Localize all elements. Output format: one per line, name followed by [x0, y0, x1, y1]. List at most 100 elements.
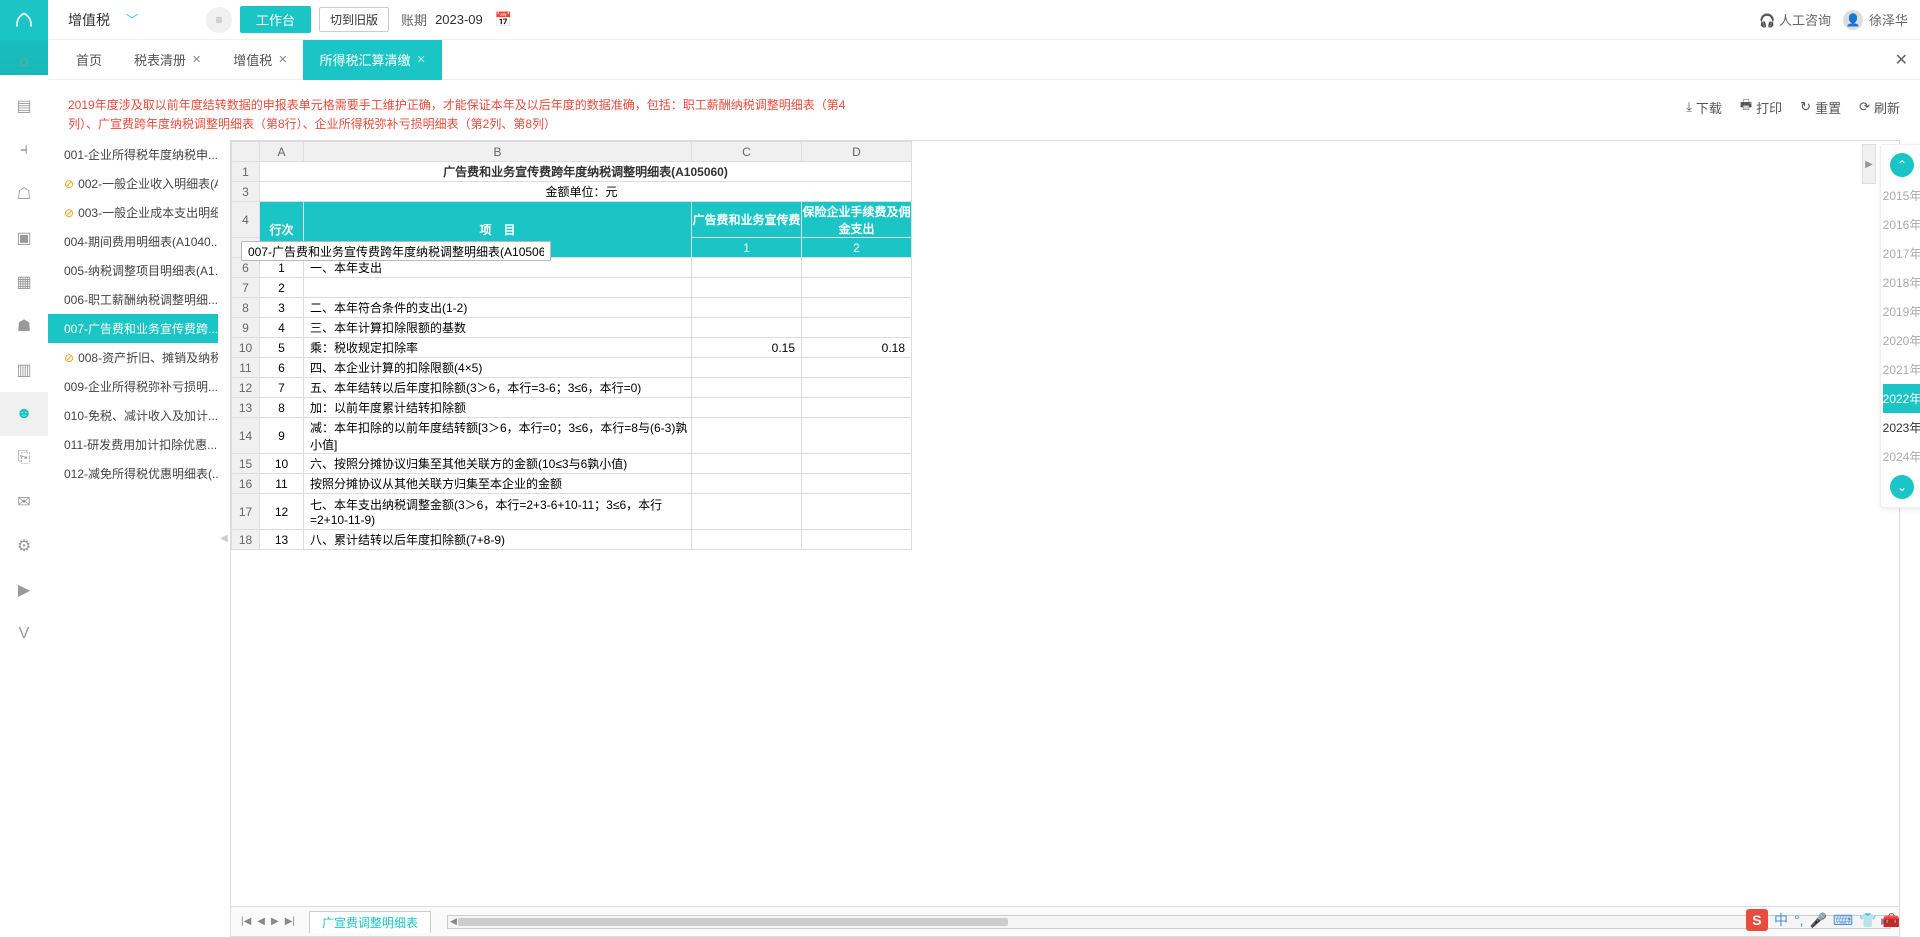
nav-tax-icon[interactable]: ☻ [0, 392, 48, 436]
row-label-cell[interactable]: 六、按照分摊协议归集至其他关联方的金额(10≤3与6孰小值) [304, 454, 692, 474]
form-list-item[interactable]: 006-职工薪酬纳税调整明细... [48, 285, 218, 314]
nav-home-icon[interactable]: ⌂ [0, 40, 48, 84]
row-label-cell[interactable]: 乘：税收规定扣除率 [304, 338, 692, 358]
nav-settings-icon[interactable]: ⚙ [0, 524, 48, 568]
form-list-item[interactable]: 009-企业所得税弥补亏损明... [48, 372, 218, 401]
data-cell-c[interactable] [692, 318, 802, 338]
nav-bag-icon[interactable]: ☖ [0, 172, 48, 216]
row-number-cell[interactable]: 9 [260, 418, 304, 454]
table-row[interactable]: 94三、本年计算扣除限额的基数 [232, 318, 912, 338]
row-label-cell[interactable]: 三、本年计算扣除限额的基数 [304, 318, 692, 338]
row-label-cell[interactable]: 四、本企业计算的扣除限额(4×5) [304, 358, 692, 378]
row-label-cell[interactable]: 减：本年扣除的以前年度结转额[3＞6，本行=0；3≤6，本行=8与(6-3)孰小… [304, 418, 692, 454]
data-cell-d[interactable] [802, 530, 912, 550]
table-row[interactable]: 105乘：税收规定扣除率0.150.18 [232, 338, 912, 358]
ime-mic-icon[interactable]: 🎤 [1809, 912, 1826, 929]
row-label-cell[interactable]: 八、累计结转以后年度扣除额(7+8-9) [304, 530, 692, 550]
data-cell-c[interactable] [692, 418, 802, 454]
row-header[interactable]: 17 [232, 494, 260, 530]
col-header-a[interactable]: A [260, 142, 304, 162]
user-menu[interactable]: 👤 徐泽华 [1843, 10, 1908, 30]
nav-chart-icon[interactable]: ⫞ [0, 128, 48, 172]
row-header[interactable]: 11 [232, 358, 260, 378]
data-cell-d[interactable] [802, 298, 912, 318]
year-down-button[interactable]: ⌄ [1890, 475, 1914, 499]
data-cell-c[interactable] [692, 398, 802, 418]
nav-doc-icon[interactable]: ▤ [0, 84, 48, 128]
support-link[interactable]: 🎧 人工咨询 [1759, 10, 1831, 29]
h-scrollbar[interactable]: ◀▶ [447, 915, 1891, 929]
switch-old-button[interactable]: 切到旧版 [319, 7, 389, 32]
row-number-cell[interactable]: 4 [260, 318, 304, 338]
close-icon[interactable]: ✕ [192, 53, 201, 66]
nav-calendar-icon[interactable]: ▥ [0, 348, 48, 392]
row-header[interactable]: 18 [232, 530, 260, 550]
tab-home[interactable]: 首页 [60, 40, 118, 80]
row-header[interactable]: 13 [232, 398, 260, 418]
table-row[interactable]: 1712七、本年支出纳税调整金额(3＞6，本行=2+3-6+10-11；3≤6，… [232, 494, 912, 530]
year-item[interactable]: 2023年 [1883, 413, 1920, 442]
data-cell-d[interactable] [802, 258, 912, 278]
nav-shirt-icon[interactable]: ☗ [0, 304, 48, 348]
row-label-cell[interactable] [304, 278, 692, 298]
row-label-cell[interactable]: 二、本年符合条件的支出(1-2) [304, 298, 692, 318]
data-cell-c[interactable] [692, 494, 802, 530]
nav-clipboard-icon[interactable]: ▣ [0, 216, 48, 260]
workspace-button[interactable]: 工作台 [240, 6, 311, 33]
download-button[interactable]: ⤓ 下载 [1686, 96, 1722, 118]
nav-v-icon[interactable]: V [0, 612, 48, 656]
form-list-item[interactable]: 001-企业所得税年度纳税申... [48, 140, 218, 169]
tab-income-tax[interactable]: 所得税汇算清缴✕ [303, 40, 441, 80]
cell-formula-input[interactable] [241, 241, 551, 261]
data-cell-d[interactable] [802, 418, 912, 454]
row-header[interactable]: 9 [232, 318, 260, 338]
refresh-button[interactable]: ⟳ 刷新 [1859, 96, 1900, 118]
year-item[interactable]: 2018年 [1883, 268, 1920, 297]
expand-marker[interactable]: ▶ [1862, 144, 1876, 184]
row-header[interactable]: 14 [232, 418, 260, 454]
ime-toolbar[interactable]: S 中 °, 🎤 ⌨ 👕 🧰 [1746, 909, 1900, 931]
row-number-cell[interactable]: 2 [260, 278, 304, 298]
row-number-cell[interactable]: 8 [260, 398, 304, 418]
close-all-tabs-icon[interactable]: ✕ [1895, 50, 1908, 70]
year-item[interactable]: 2015年 [1883, 181, 1920, 210]
row-number-cell[interactable]: 7 [260, 378, 304, 398]
year-item[interactable]: 2024年 [1883, 442, 1920, 471]
table-row[interactable]: 72 [232, 278, 912, 298]
row-header[interactable]: 10 [232, 338, 260, 358]
data-cell-c[interactable] [692, 474, 802, 494]
form-list-item[interactable]: 004-期间费用明细表(A1040... [48, 227, 218, 256]
sheet-table[interactable]: A B C D 1广告费和业务宣传费跨年度纳税调整明细表(A105060) 3金… [231, 141, 912, 550]
data-cell-c[interactable] [692, 258, 802, 278]
ime-keyboard-icon[interactable]: ⌨ [1833, 912, 1853, 929]
form-list-item[interactable]: 011-研发费用加计扣除优惠... [48, 430, 218, 459]
year-item[interactable]: 2021年 [1883, 355, 1920, 384]
col-header-b[interactable]: B [304, 142, 692, 162]
app-logo[interactable] [0, 0, 48, 40]
table-row[interactable]: 1813八、累计结转以后年度扣除额(7+8-9) [232, 530, 912, 550]
data-cell-c[interactable] [692, 378, 802, 398]
collapse-handle[interactable]: ◀ [218, 140, 230, 937]
row-number-cell[interactable]: 5 [260, 338, 304, 358]
row-label-cell[interactable]: 按照分摊协议从其他关联方归集至本企业的金额 [304, 474, 692, 494]
form-list-item[interactable]: 005-纳税调整项目明细表(A1... [48, 256, 218, 285]
data-cell-c[interactable] [692, 530, 802, 550]
ime-logo-icon[interactable]: S [1746, 909, 1768, 931]
module-dropdown-icon[interactable]: ﹀ [126, 11, 198, 28]
data-cell-c[interactable]: 0.15 [692, 338, 802, 358]
tab-tax-list[interactable]: 税表清册✕ [118, 40, 217, 80]
data-cell-d[interactable] [802, 474, 912, 494]
data-cell-d[interactable] [802, 278, 912, 298]
row-header[interactable]: 16 [232, 474, 260, 494]
row-label-cell[interactable]: 加：以前年度累计结转扣除额 [304, 398, 692, 418]
row-number-cell[interactable]: 12 [260, 494, 304, 530]
row-header[interactable]: 8 [232, 298, 260, 318]
year-item[interactable]: 2020年 [1883, 326, 1920, 355]
table-row[interactable]: 1611按照分摊协议从其他关联方归集至本企业的金额 [232, 474, 912, 494]
sheet-nav[interactable]: |◀◀▶▶| [239, 916, 297, 927]
data-cell-c[interactable] [692, 298, 802, 318]
period-value[interactable]: 2023-09 [435, 12, 483, 27]
col-header-c[interactable]: C [692, 142, 802, 162]
col-header-d[interactable]: D [802, 142, 912, 162]
form-list-item[interactable]: ⊘003-一般企业成本支出明细... [48, 198, 218, 227]
